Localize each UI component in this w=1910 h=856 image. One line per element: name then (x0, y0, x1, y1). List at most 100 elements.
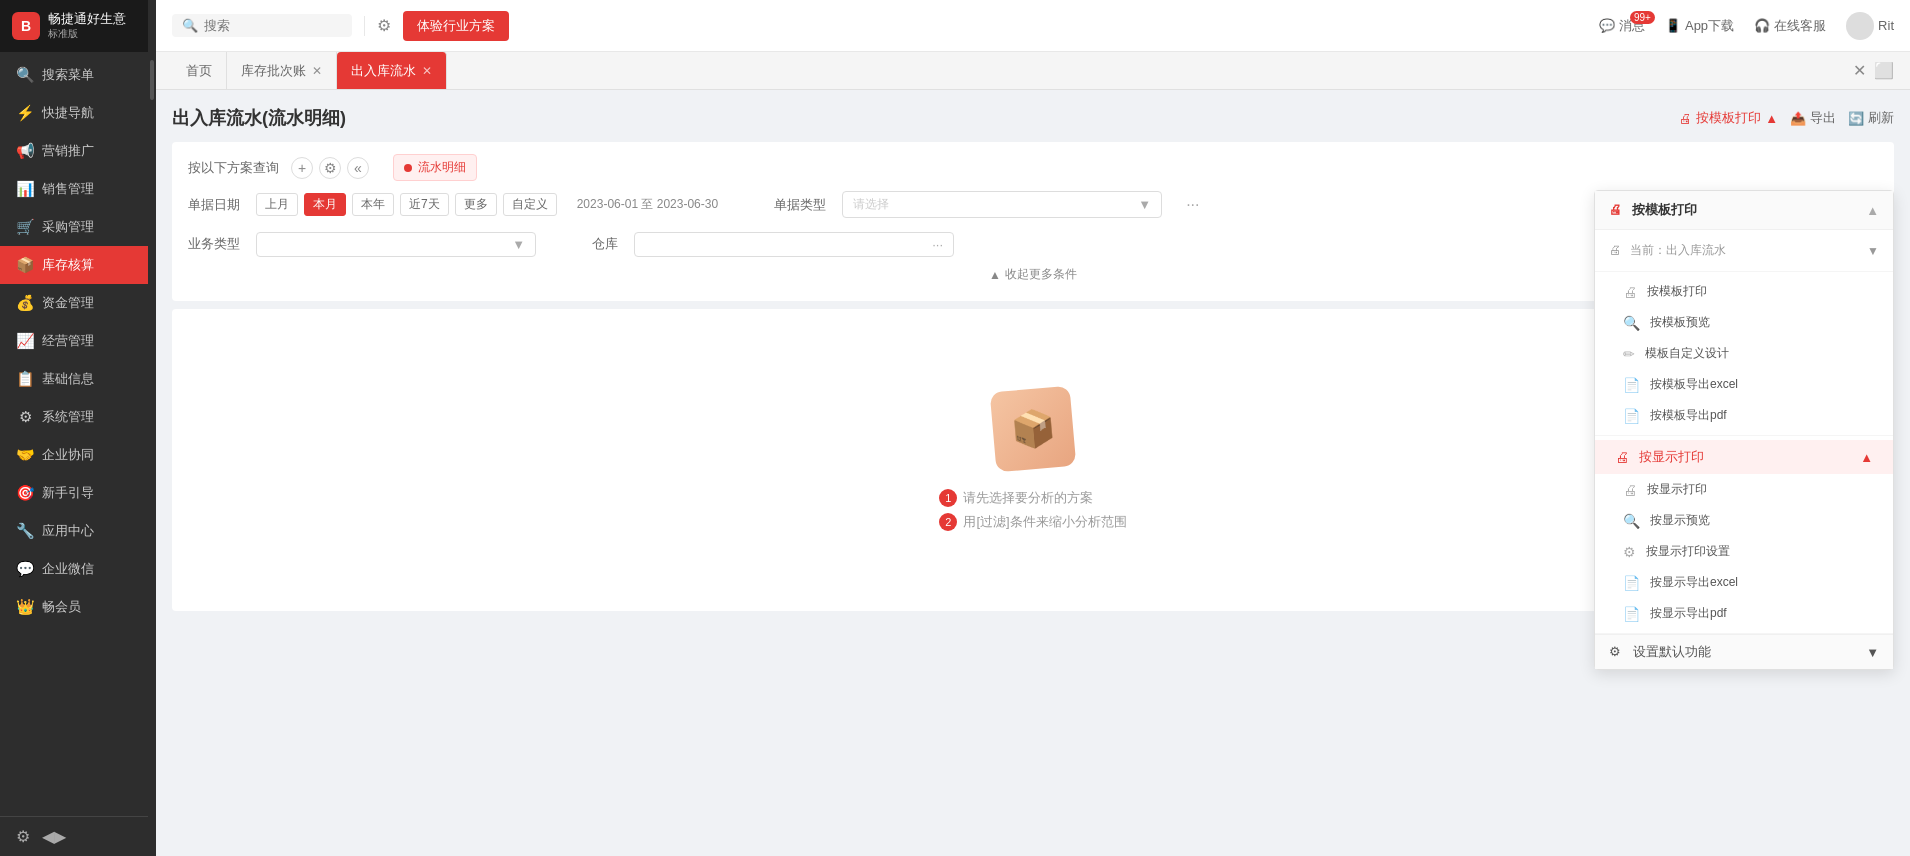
date-7-days[interactable]: 近7天 (400, 193, 449, 216)
dp-header-left: 🖨 按模板打印 (1609, 201, 1697, 219)
tab-batch-account-label: 库存批次账 (241, 62, 306, 80)
step-1-text: 请先选择要分析的方案 (963, 489, 1093, 507)
add-filter-btn[interactable]: + (291, 157, 313, 179)
date-last-month[interactable]: 上月 (256, 193, 298, 216)
maximize-window-btn[interactable]: ⬜ (1874, 61, 1894, 80)
dp-display-preview-icon: 🔍 (1623, 513, 1640, 529)
dp-display-print[interactable]: 🖨 按显示打印 (1595, 474, 1893, 505)
tab-batch-close-icon[interactable]: ✕ (312, 64, 322, 78)
dp-current-chevron[interactable]: ▼ (1867, 244, 1879, 258)
sidebar-item-search[interactable]: 🔍搜索菜单 (0, 56, 148, 94)
date-this-month[interactable]: 本月 (304, 193, 346, 216)
type-more-icon[interactable]: ··· (1186, 196, 1199, 214)
topbar-search-box[interactable]: 🔍 (172, 14, 352, 37)
topbar-gear-icon[interactable]: ⚙ (377, 16, 391, 35)
type-select[interactable]: 请选择 ▼ (842, 191, 1162, 218)
messages-btn[interactable]: 💬 消息 99+ (1599, 17, 1645, 35)
sidebar-item-guide[interactable]: 🎯新手引导 (0, 474, 148, 512)
dp-display-excel-icon: 📄 (1623, 575, 1640, 591)
dp-template-export-excel[interactable]: 📄 按模板导出excel (1595, 369, 1893, 400)
operations-icon: 📈 (16, 332, 34, 350)
dp-footer-left: ⚙ 设置默认功能 (1609, 643, 1711, 661)
sidebar-item-quick-nav[interactable]: ⚡快捷导航 (0, 94, 148, 132)
search-input[interactable] (204, 18, 334, 33)
purchase-icon: 🛒 (16, 218, 34, 236)
dp-display-export-pdf[interactable]: 📄 按显示导出pdf (1595, 598, 1893, 629)
sidebar-item-member[interactable]: 👑畅会员 (0, 588, 148, 626)
filter-tag[interactable]: 流水明细 (393, 154, 477, 181)
settings-filter-btn[interactable]: ⚙ (319, 157, 341, 179)
sidebar-item-operations[interactable]: 📈经营管理 (0, 322, 148, 360)
sidebar-item-purchase[interactable]: 🛒采购管理 (0, 208, 148, 246)
app-logo-icon: B (12, 12, 40, 40)
member-icon: 👑 (16, 598, 34, 616)
app-name: 畅捷通好生意 (48, 11, 126, 28)
collapse-label: 收起更多条件 (1005, 266, 1077, 283)
sidebar-scrolltrack (148, 0, 156, 856)
sidebar-item-marketing[interactable]: 📢营销推广 (0, 132, 148, 170)
sidebar-logo: B 畅捷通好生意 标准版 (0, 0, 148, 52)
date-custom[interactable]: 自定义 (503, 193, 557, 216)
customer-service-btn[interactable]: 🎧 在线客服 (1754, 17, 1826, 35)
print-btn[interactable]: 🖨 按模板打印 ▲ (1679, 109, 1778, 127)
collapse-icon[interactable]: ◀▶ (42, 827, 66, 846)
sidebar-item-system[interactable]: ⚙系统管理 (0, 398, 148, 436)
sidebar-item-wechat[interactable]: 💬企业微信 (0, 550, 148, 588)
sidebar-item-enterprise[interactable]: 🤝企业协同 (0, 436, 148, 474)
tab-flow-close-icon[interactable]: ✕ (422, 64, 432, 78)
dp-footer-label: 设置默认功能 (1633, 644, 1711, 659)
dp-footer[interactable]: ⚙ 设置默认功能 ▼ (1595, 634, 1893, 669)
empty-steps: 1 请先选择要分析的方案 2 用[过滤]条件来缩小分析范围 (939, 489, 1126, 531)
collapse-filter-btn[interactable]: « (347, 157, 369, 179)
dp-display-header-icon: 🖨 (1615, 449, 1629, 465)
dp-template-pdf-label: 按模板导出pdf (1650, 407, 1727, 424)
dp-display-export-excel[interactable]: 📄 按显示导出excel (1595, 567, 1893, 598)
dp-display-preview[interactable]: 🔍 按显示预览 (1595, 505, 1893, 536)
topbar-divider (364, 16, 365, 36)
sidebar-item-sales[interactable]: 📊销售管理 (0, 170, 148, 208)
dp-display-header[interactable]: 🖨 按显示打印 ▲ (1595, 440, 1893, 474)
dp-display-section: 🖨 按显示打印 ▲ 🖨 按显示打印 🔍 按显示预览 ⚙ 按显示打印设置 (1595, 436, 1893, 634)
dp-current-label: 当前：出入库流水 (1630, 243, 1726, 257)
sidebar-item-finance[interactable]: 💰资金管理 (0, 284, 148, 322)
dp-current-icon: 🖨 (1609, 243, 1621, 257)
sidebar-label-sales: 销售管理 (42, 180, 94, 198)
biz-select[interactable]: ▼ (256, 232, 536, 257)
sidebar-label-marketing: 营销推广 (42, 142, 94, 160)
settings-icon[interactable]: ⚙ (16, 827, 30, 846)
app-badge: 标准版 (48, 27, 126, 41)
sidebar-item-inventory[interactable]: 📦库存核算 (0, 246, 148, 284)
industry-btn[interactable]: 体验行业方案 (403, 11, 509, 41)
dp-template-section: 🖨 按模板打印 🔍 按模板预览 ✏ 模板自定义设计 📄 按模板导出excel 📄 (1595, 272, 1893, 436)
dp-template-preview[interactable]: 🔍 按模板预览 (1595, 307, 1893, 338)
tab-batch-account[interactable]: 库存批次账 ✕ (227, 52, 337, 89)
refresh-btn[interactable]: 🔄 刷新 (1848, 109, 1894, 127)
tab-flow[interactable]: 出入库流水 ✕ (337, 52, 447, 89)
warehouse-select[interactable]: ··· (634, 232, 954, 257)
dp-template-export-pdf[interactable]: 📄 按模板导出pdf (1595, 400, 1893, 431)
dp-current-left: 🖨 当前：出入库流水 (1609, 242, 1726, 259)
dp-header-chevron[interactable]: ▲ (1866, 203, 1879, 218)
dp-display-preview-label: 按显示预览 (1650, 512, 1710, 529)
sidebar-scrollthumb[interactable] (150, 60, 154, 100)
warehouse-more-icon[interactable]: ··· (932, 237, 943, 252)
close-window-btn[interactable]: ✕ (1853, 61, 1866, 80)
empty-step-1: 1 请先选择要分析的方案 (939, 489, 1126, 507)
tab-home[interactable]: 首页 (172, 52, 227, 89)
dp-template-print[interactable]: 🖨 按模板打印 (1595, 276, 1893, 307)
user-avatar[interactable]: Rit (1846, 12, 1894, 40)
tab-home-label: 首页 (186, 62, 212, 80)
sidebar-bottom: ⚙ ◀▶ (0, 816, 148, 856)
dp-template-customize[interactable]: ✏ 模板自定义设计 (1595, 338, 1893, 369)
date-more[interactable]: 更多 (455, 193, 497, 216)
date-this-year[interactable]: 本年 (352, 193, 394, 216)
dp-display-excel-label: 按显示导出excel (1650, 574, 1738, 591)
export-btn[interactable]: 📤 导出 (1790, 109, 1836, 127)
message-badge: 99+ (1630, 11, 1655, 24)
app-download-btn[interactable]: 📱 App下载 (1665, 17, 1734, 35)
topbar: 🔍 ⚙ 体验行业方案 💬 消息 99+ 📱 App下载 🎧 在线客服 Rit (156, 0, 1910, 52)
sidebar-item-basics[interactable]: 📋基础信息 (0, 360, 148, 398)
sidebar-item-appstore[interactable]: 🔧应用中心 (0, 512, 148, 550)
dp-display-print-settings[interactable]: ⚙ 按显示打印设置 (1595, 536, 1893, 567)
type-select-value: 请选择 (853, 196, 889, 213)
